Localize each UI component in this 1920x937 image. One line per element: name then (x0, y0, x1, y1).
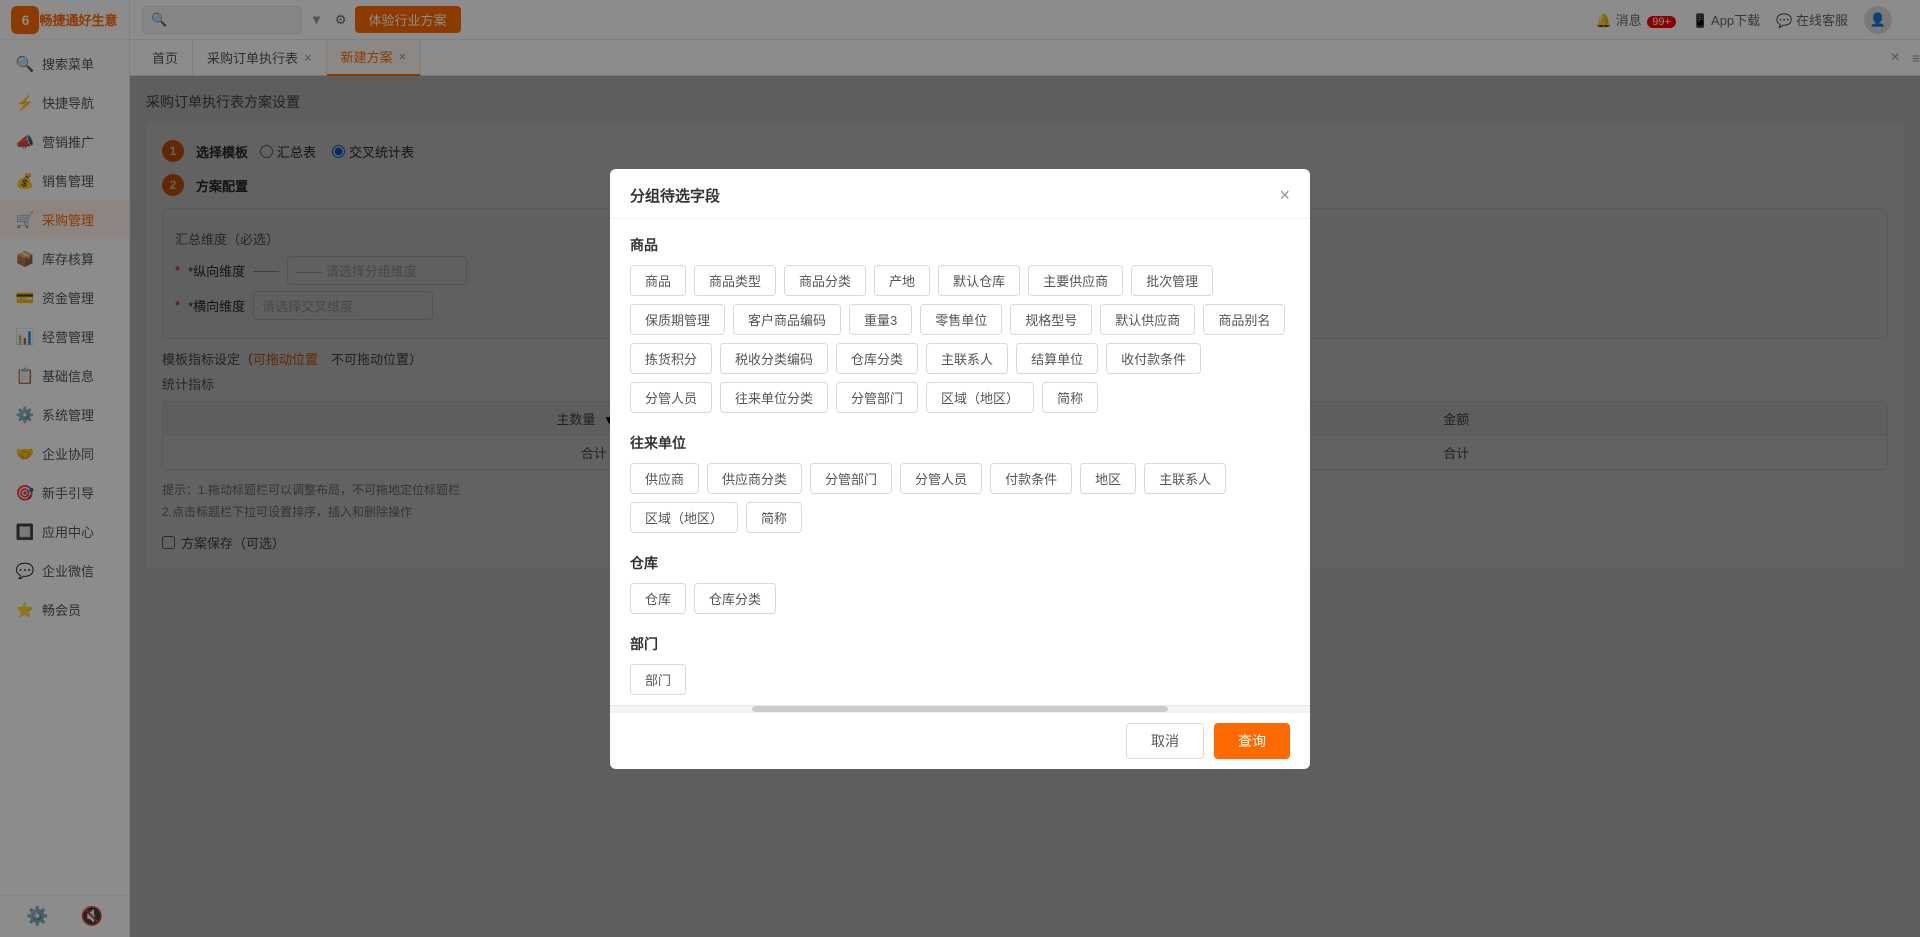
modal-close-btn[interactable]: × (1279, 185, 1290, 206)
modal-scrollbar-x[interactable] (610, 705, 1310, 712)
field-tag-0-6[interactable]: 批次管理 (1131, 265, 1213, 296)
field-tag-1-3[interactable]: 分管人员 (900, 463, 982, 494)
field-tags-0: 商品商品类型商品分类产地默认仓库主要供应商批次管理保质期管理客户商品编码重量3 零… (630, 265, 1290, 413)
modal-title: 分组待选字段 (630, 185, 720, 206)
field-tag-0-13[interactable]: 商品别名 (1203, 304, 1285, 335)
field-group-0: 商品商品商品类型商品分类产地默认仓库主要供应商批次管理保质期管理客户商品编码重量… (630, 235, 1290, 413)
field-tag-0-11[interactable]: 规格型号 (1010, 304, 1092, 335)
modal-dialog: 分组待选字段 × 商品商品商品类型商品分类产地默认仓库主要供应商批次管理保质期管… (610, 169, 1310, 769)
field-tag-1-0[interactable]: 供应商 (630, 463, 699, 494)
field-tag-1-5[interactable]: 地区 (1080, 463, 1136, 494)
field-tag-3-0[interactable]: 部门 (630, 664, 686, 695)
modal-cancel-btn[interactable]: 取消 (1126, 723, 1204, 759)
modal-confirm-btn[interactable]: 查询 (1214, 723, 1290, 759)
field-tag-0-23[interactable]: 区域（地区） (926, 382, 1034, 413)
field-tag-0-20[interactable]: 分管人员 (630, 382, 712, 413)
field-tag-0-5[interactable]: 主要供应商 (1028, 265, 1123, 296)
field-tag-0-24[interactable]: 简称 (1042, 382, 1098, 413)
field-tag-0-18[interactable]: 结算单位 (1016, 343, 1098, 374)
field-tag-0-2[interactable]: 商品分类 (784, 265, 866, 296)
field-tag-2-0[interactable]: 仓库 (630, 583, 686, 614)
field-tag-0-1[interactable]: 商品类型 (694, 265, 776, 296)
field-tags-3: 部门 (630, 664, 1290, 695)
field-group-1: 往来单位供应商供应商分类分管部门分管人员付款条件地区主联系人区域（地区） 简称 (630, 433, 1290, 533)
field-tag-0-14[interactable]: 拣货积分 (630, 343, 712, 374)
field-tag-0-7[interactable]: 保质期管理 (630, 304, 725, 335)
field-tag-1-1[interactable]: 供应商分类 (707, 463, 802, 494)
field-tag-1-2[interactable]: 分管部门 (810, 463, 892, 494)
field-tag-0-22[interactable]: 分管部门 (836, 382, 918, 413)
field-tag-0-12[interactable]: 默认供应商 (1100, 304, 1195, 335)
field-tag-2-1[interactable]: 仓库分类 (694, 583, 776, 614)
field-group-title-1: 往来单位 (630, 433, 1290, 453)
field-tag-0-19[interactable]: 收付款条件 (1106, 343, 1201, 374)
field-group-3: 部门部门 (630, 634, 1290, 695)
field-tag-0-15[interactable]: 税收分类编码 (720, 343, 828, 374)
field-tag-0-0[interactable]: 商品 (630, 265, 686, 296)
field-tag-0-8[interactable]: 客户商品编码 (733, 304, 841, 335)
field-tag-1-4[interactable]: 付款条件 (990, 463, 1072, 494)
field-tag-0-17[interactable]: 主联系人 (926, 343, 1008, 374)
modal-overlay: 分组待选字段 × 商品商品商品类型商品分类产地默认仓库主要供应商批次管理保质期管… (0, 0, 1920, 937)
field-group-title-2: 仓库 (630, 553, 1290, 573)
field-group-2: 仓库仓库仓库分类 (630, 553, 1290, 614)
field-tag-0-16[interactable]: 仓库分类 (836, 343, 918, 374)
modal-footer: 取消 查询 (610, 712, 1310, 769)
modal-header: 分组待选字段 × (610, 169, 1310, 219)
field-tag-0-3[interactable]: 产地 (874, 265, 930, 296)
field-tag-1-8[interactable]: 简称 (746, 502, 802, 533)
field-tag-1-7[interactable]: 区域（地区） (630, 502, 738, 533)
field-tag-1-6[interactable]: 主联系人 (1144, 463, 1226, 494)
field-group-title-0: 商品 (630, 235, 1290, 255)
field-group-title-3: 部门 (630, 634, 1290, 654)
field-tags-2: 仓库仓库分类 (630, 583, 1290, 614)
field-tag-0-4[interactable]: 默认仓库 (938, 265, 1020, 296)
field-tag-0-10[interactable]: 零售单位 (920, 304, 1002, 335)
field-tags-1: 供应商供应商分类分管部门分管人员付款条件地区主联系人区域（地区） 简称 (630, 463, 1290, 533)
field-tag-0-9[interactable]: 重量3 (849, 304, 912, 335)
field-tag-0-21[interactable]: 往来单位分类 (720, 382, 828, 413)
modal-body: 商品商品商品类型商品分类产地默认仓库主要供应商批次管理保质期管理客户商品编码重量… (610, 219, 1310, 705)
